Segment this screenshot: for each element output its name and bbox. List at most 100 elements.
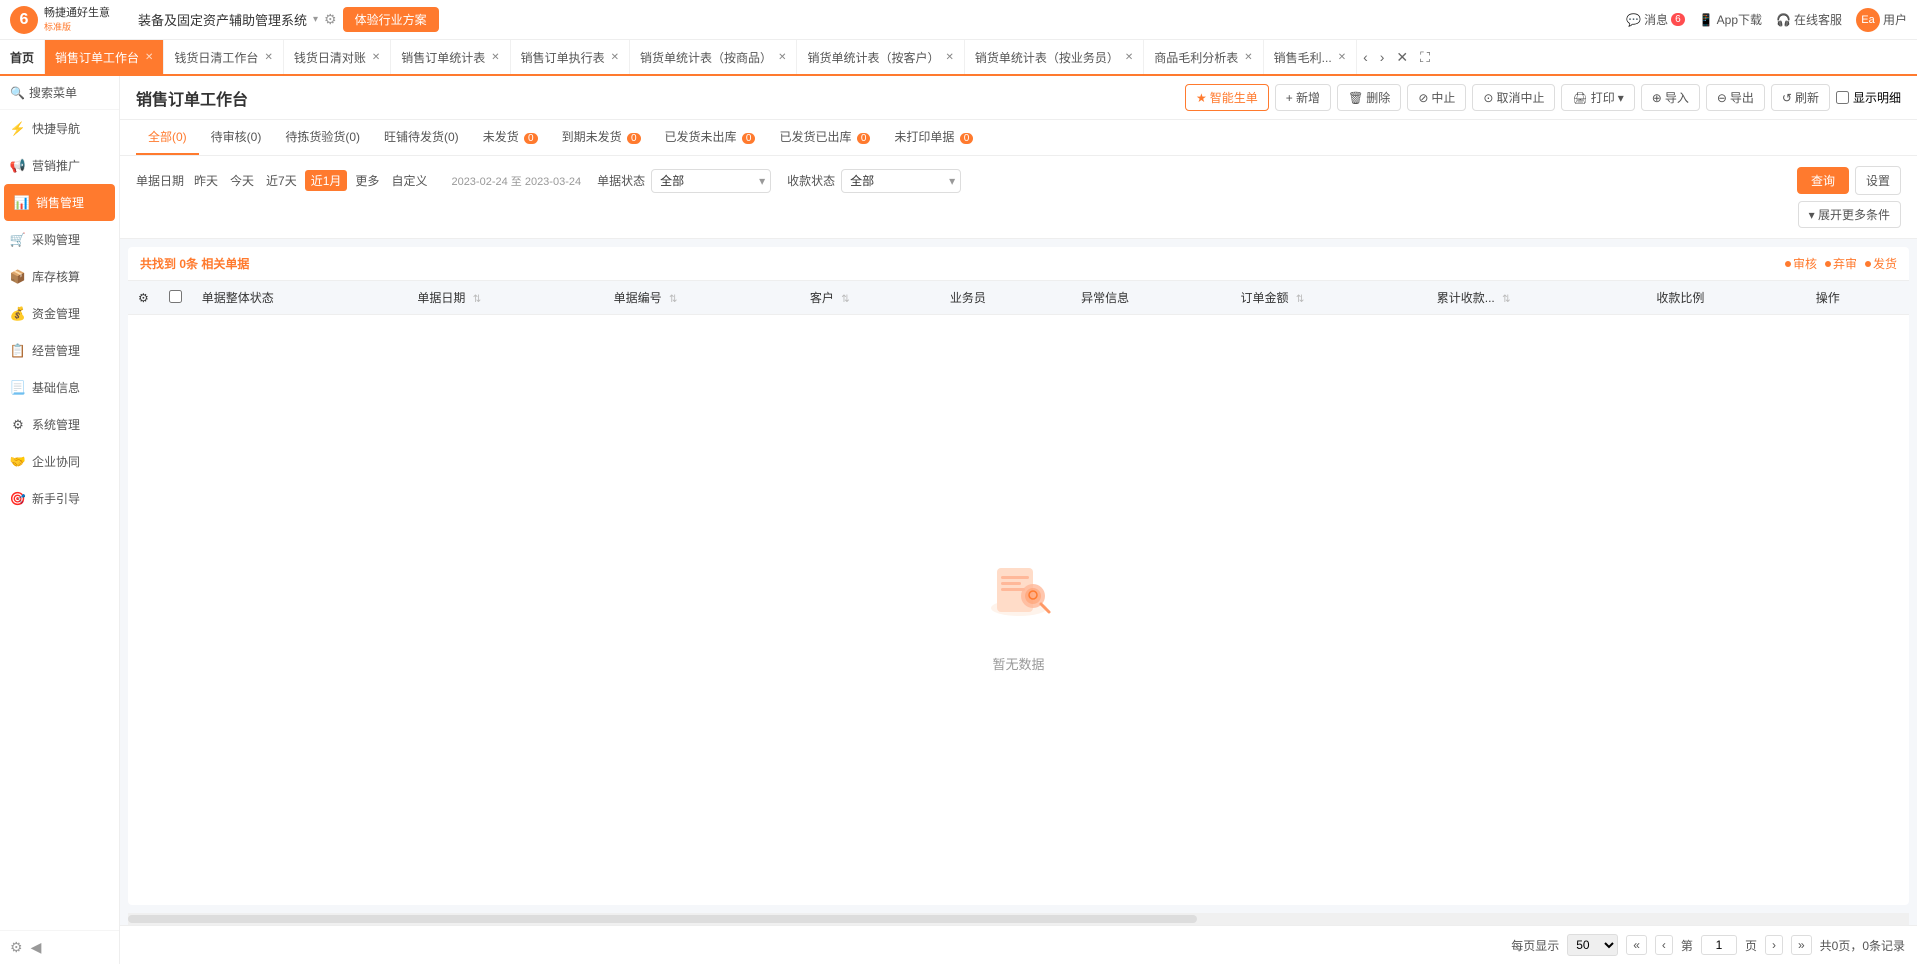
message-item[interactable]: 💬 消息 6	[1626, 11, 1685, 28]
sidebar-item-finance[interactable]: 💰 资金管理	[0, 295, 119, 332]
tab-cash-reconcile[interactable]: 钱货日清对账 ✕	[284, 40, 391, 74]
page-size-select[interactable]: 50 100	[1567, 934, 1618, 956]
date-today[interactable]: 今天	[226, 170, 258, 191]
sidebar-item-inventory[interactable]: 📦 库存核算	[0, 258, 119, 295]
th-amount-sort: ⇅	[1296, 294, 1304, 305]
tab-sales-exec[interactable]: 销售订单执行表 ✕	[511, 40, 630, 74]
tab-summary-client-close[interactable]: ✕	[945, 52, 953, 63]
subtab-all[interactable]: 全部(0)	[136, 120, 199, 155]
show-detail-checkbox[interactable]	[1836, 91, 1849, 104]
import-btn[interactable]: ⊕ 导入	[1641, 84, 1700, 111]
date-7days[interactable]: 近7天	[262, 170, 301, 191]
prev-page-btn[interactable]: ‹	[1655, 935, 1673, 955]
tab-close-all[interactable]: ✕	[1390, 49, 1414, 66]
subtab-pending-review[interactable]: 待审核(0)	[199, 120, 274, 155]
tab-sales-stat[interactable]: 销售订单统计表 ✕	[391, 40, 510, 74]
th-customer[interactable]: 客户 ⇅	[800, 281, 940, 315]
gear-bottom-icon[interactable]: ⚙	[10, 939, 23, 956]
sidebar-item-marketing[interactable]: 📢 营销推广	[0, 147, 119, 184]
subtab-unprinted[interactable]: 未打印单据 0	[882, 120, 985, 155]
select-all-checkbox[interactable]	[169, 290, 182, 303]
page-input[interactable]	[1701, 935, 1737, 955]
date-range-text: 2023-02-24 至 2023-03-24	[451, 173, 581, 189]
tab-sales-more-close[interactable]: ✕	[1338, 52, 1346, 63]
refresh-btn[interactable]: ↺ 刷新	[1771, 84, 1830, 111]
subtab-pending-check[interactable]: 待拣货验货(0)	[273, 120, 372, 155]
subtab-overdue[interactable]: 到期未发货 0	[550, 120, 653, 155]
tab-sales-order-close[interactable]: ✕	[145, 52, 153, 63]
tab-cash-daily[interactable]: 钱货日清工作台 ✕	[164, 40, 283, 74]
print-label: 打印	[1591, 89, 1615, 106]
th-date[interactable]: 单据日期 ⇅	[407, 281, 603, 315]
cancel-review-btn[interactable]: 弃审	[1825, 255, 1857, 272]
experience-btn[interactable]: 体验行业方案	[343, 7, 439, 32]
th-amount[interactable]: 订单金额 ⇅	[1231, 281, 1427, 315]
sidebar-item-system[interactable]: ⚙ 系统管理	[0, 406, 119, 443]
delete-btn[interactable]: 🗑 删除	[1337, 84, 1401, 111]
th-number[interactable]: 单据编号 ⇅	[604, 281, 800, 315]
sidebar-item-operations[interactable]: 📋 经营管理	[0, 332, 119, 369]
online-service-item[interactable]: 🎧 在线客服	[1776, 11, 1842, 28]
first-page-btn[interactable]: «	[1626, 935, 1647, 955]
tab-nav-next[interactable]: ›	[1374, 49, 1391, 65]
cancel-stop-btn[interactable]: ⊙ 取消中止	[1472, 84, 1555, 111]
sidebar-item-quick-nav[interactable]: ⚡ 快捷导航	[0, 110, 119, 147]
tab-sales-stat-close[interactable]: ✕	[491, 52, 499, 63]
sidebar-item-guide[interactable]: 🎯 新手引导	[0, 480, 119, 517]
smart-btn[interactable]: ★ 智能生单	[1185, 84, 1269, 111]
tab-sales-exec-close[interactable]: ✕	[611, 52, 619, 63]
sidebar-item-sales[interactable]: 📊 销售管理	[4, 184, 115, 221]
add-btn[interactable]: + 新增	[1275, 84, 1331, 111]
tab-home[interactable]: 首页	[0, 40, 45, 74]
tab-fullscreen[interactable]: ⛶	[1414, 49, 1436, 66]
tab-nav-prev[interactable]: ‹	[1357, 49, 1374, 65]
show-detail-checkbox-label[interactable]: 显示明细	[1836, 89, 1901, 106]
date-yesterday[interactable]: 昨天	[190, 170, 222, 191]
tab-cash-daily-close[interactable]: ✕	[264, 52, 272, 63]
expand-btn[interactable]: ▾ 展开更多条件	[1798, 201, 1901, 228]
system-title-dropdown[interactable]: ▾	[313, 14, 318, 25]
date-1month[interactable]: 近1月	[305, 170, 348, 191]
sidebar-item-enterprise[interactable]: 🤝 企业协同	[0, 443, 119, 480]
setting-btn[interactable]: 设置	[1855, 166, 1901, 195]
th-checkbox[interactable]	[159, 281, 192, 315]
review-btn[interactable]: 审核	[1785, 255, 1817, 272]
tab-cash-reconcile-close[interactable]: ✕	[372, 52, 380, 63]
th-settings[interactable]: ⚙	[128, 281, 159, 315]
sidebar-item-basic-info[interactable]: 📃 基础信息	[0, 369, 119, 406]
subtab-unshipped[interactable]: 未发货 0	[471, 120, 550, 155]
last-page-btn[interactable]: »	[1791, 935, 1812, 955]
query-btn[interactable]: 查询	[1797, 167, 1849, 194]
sidebar-search[interactable]: 🔍 搜索菜单	[0, 76, 119, 110]
subtab-shipped-out[interactable]: 已发货已出库 0	[767, 120, 882, 155]
collapse-icon[interactable]: ◀	[31, 939, 42, 956]
horizontal-scrollbar[interactable]	[128, 913, 1909, 925]
export-btn[interactable]: ⊖ 导出	[1706, 84, 1765, 111]
tab-sales-order[interactable]: 销售订单工作台 ✕	[45, 40, 164, 74]
app-download-item[interactable]: 📱 App下载	[1699, 11, 1762, 28]
user-label: 用户	[1883, 11, 1907, 28]
date-custom[interactable]: 自定义	[387, 170, 431, 191]
status-select[interactable]: 全部	[651, 169, 771, 193]
ship-btn[interactable]: 发货	[1865, 255, 1897, 272]
tab-sales-more[interactable]: 销售毛利... ✕	[1264, 40, 1357, 74]
print-btn[interactable]: 🖨 打印 ▾	[1561, 84, 1634, 111]
subtab-shipped-no-out[interactable]: 已发货未出库 0	[653, 120, 768, 155]
settings-icon[interactable]: ⚙	[324, 11, 337, 28]
next-page-btn[interactable]: ›	[1765, 935, 1783, 955]
tab-summary-client[interactable]: 销货单统计表（按客户） ✕	[797, 40, 964, 74]
th-collected[interactable]: 累计收款... ⇅	[1427, 281, 1647, 315]
tab-gross-profit-close[interactable]: ✕	[1244, 52, 1252, 63]
date-more[interactable]: 更多	[351, 170, 383, 191]
subtab-wangpu[interactable]: 旺铺待发货(0)	[372, 120, 471, 155]
user-item[interactable]: Ea 用户	[1856, 8, 1907, 32]
sidebar-item-purchase[interactable]: 🛒 采购管理	[0, 221, 119, 258]
tab-summary-product-close[interactable]: ✕	[778, 52, 786, 63]
stop-btn[interactable]: ⊘ 中止	[1407, 84, 1466, 111]
tab-summary-staff[interactable]: 销货单统计表（按业务员） ✕	[965, 40, 1144, 74]
scrollbar-track[interactable]	[128, 915, 1197, 923]
payment-select[interactable]: 全部	[841, 169, 961, 193]
tab-gross-profit[interactable]: 商品毛利分析表 ✕	[1144, 40, 1263, 74]
tab-summary-product[interactable]: 销货单统计表（按商品） ✕	[630, 40, 797, 74]
tab-summary-staff-close[interactable]: ✕	[1125, 52, 1133, 63]
